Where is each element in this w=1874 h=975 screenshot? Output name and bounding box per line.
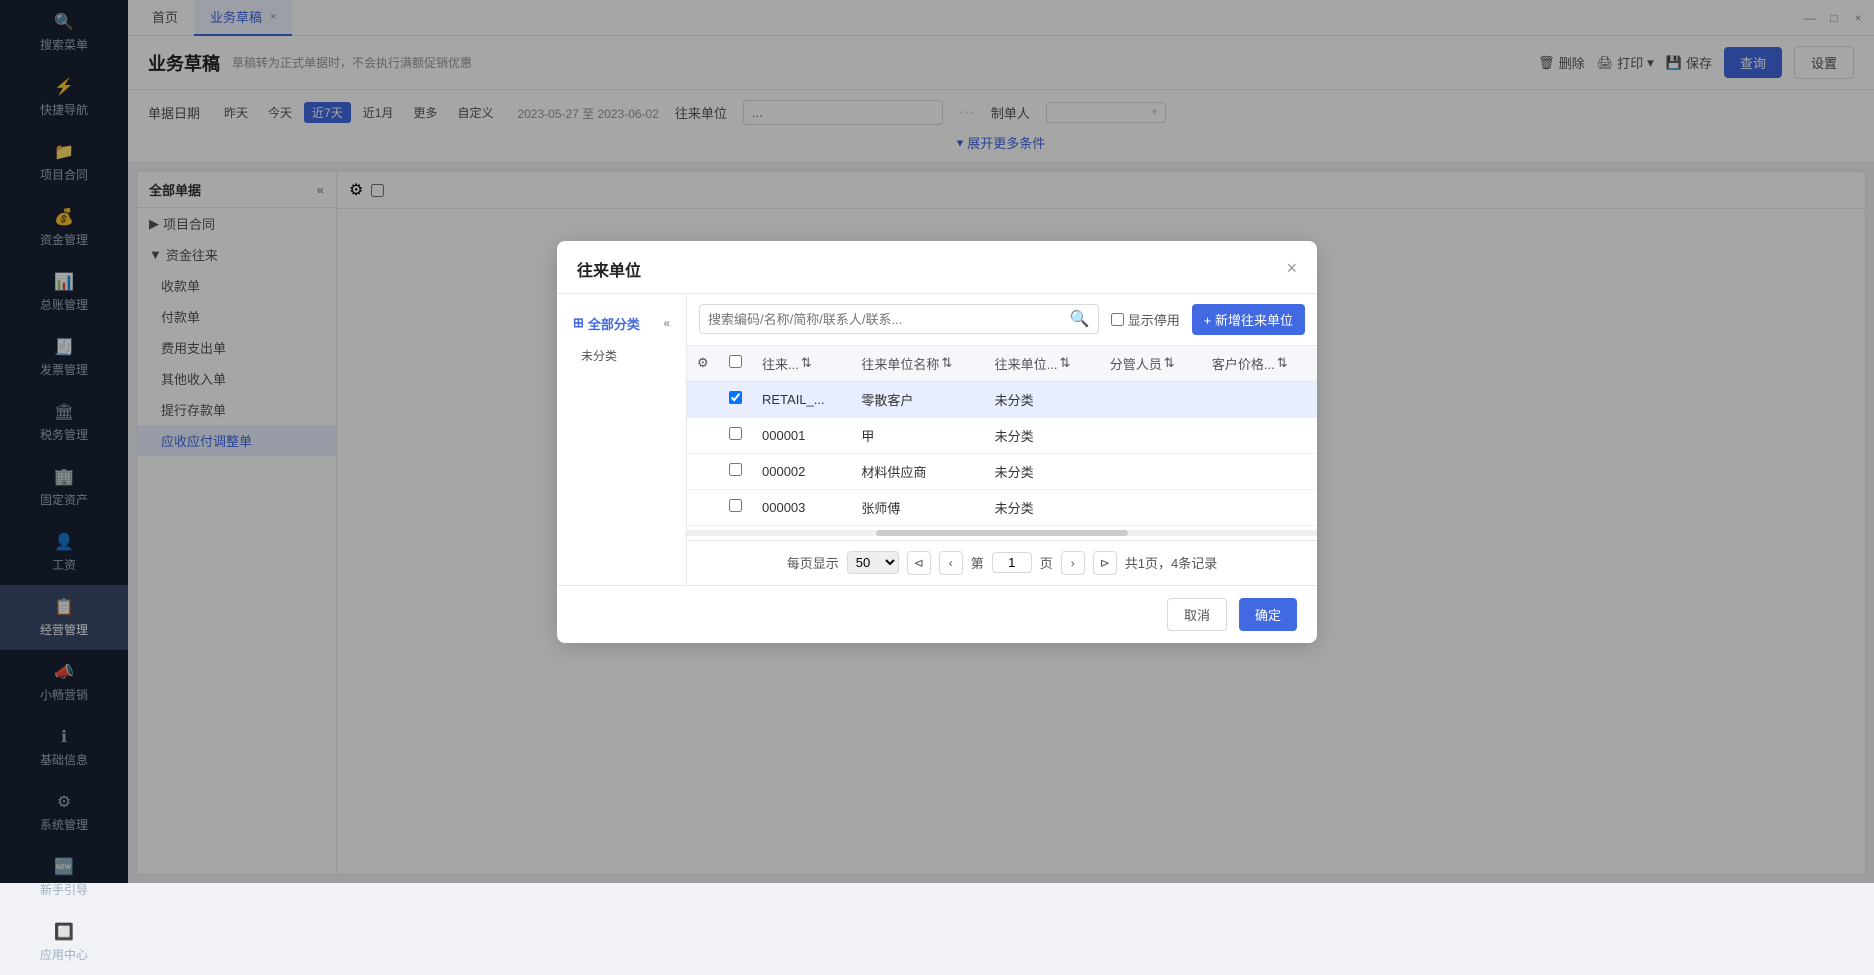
dialog-pagination: 每页显示 50 100 ⊲ ‹ 第 页 › ⊳ 共1页，4条记录 bbox=[687, 540, 1317, 585]
row-settings bbox=[687, 453, 719, 489]
add-partner-button[interactable]: + 新增往来单位 bbox=[1192, 304, 1305, 335]
row-manager bbox=[1100, 453, 1202, 489]
row-category: 未分类 bbox=[985, 453, 1100, 489]
sort-icon: ⇅ bbox=[941, 355, 952, 371]
sidebar-item-app-center[interactable]: 🔲 应用中心 bbox=[0, 910, 128, 975]
row-category: 未分类 bbox=[985, 417, 1100, 453]
th-category[interactable]: 往来单位...⇅ bbox=[985, 346, 1100, 382]
dialog-body: ⊞ 全部分类 « 未分类 🔍 显示停用 bbox=[557, 294, 1317, 585]
th-name[interactable]: 往来单位名称⇅ bbox=[851, 346, 984, 382]
partner-dialog: 往来单位 × ⊞ 全部分类 « 未分类 bbox=[557, 241, 1317, 643]
dialog-nav-unclassified[interactable]: 未分类 bbox=[557, 341, 686, 370]
row-checkbox[interactable] bbox=[729, 427, 742, 440]
sidebar-item-label: 应用中心 bbox=[40, 946, 88, 963]
row-price bbox=[1202, 417, 1317, 453]
row-code: RETAIL_... bbox=[752, 381, 851, 417]
row-name: 材料供应商 bbox=[851, 453, 984, 489]
th-settings-icon[interactable]: ⚙ bbox=[697, 355, 709, 370]
table-row[interactable]: RETAIL_... 零散客户 未分类 bbox=[687, 381, 1317, 417]
first-page-button[interactable]: ⊲ bbox=[907, 551, 931, 575]
row-code: 000003 bbox=[752, 489, 851, 525]
per-page-select[interactable]: 50 100 bbox=[847, 551, 899, 574]
table-row[interactable]: 000002 材料供应商 未分类 bbox=[687, 453, 1317, 489]
table-row[interactable]: 000003 张师傅 未分类 bbox=[687, 489, 1317, 525]
row-code: 000002 bbox=[752, 453, 851, 489]
row-name: 零散客户 bbox=[851, 381, 984, 417]
row-manager bbox=[1100, 417, 1202, 453]
th-manager[interactable]: 分管人员⇅ bbox=[1100, 346, 1202, 382]
th-code[interactable]: 往来...⇅ bbox=[752, 346, 851, 382]
table-select-all[interactable] bbox=[729, 355, 742, 368]
row-code: 000001 bbox=[752, 417, 851, 453]
row-category: 未分类 bbox=[985, 381, 1100, 417]
last-page-button[interactable]: ⊳ bbox=[1093, 551, 1117, 575]
next-page-button[interactable]: › bbox=[1061, 551, 1085, 575]
sort-icon: ⇅ bbox=[1060, 355, 1071, 371]
row-checkbox[interactable] bbox=[729, 391, 742, 404]
sidebar-item-label: 新手引导 bbox=[40, 881, 88, 898]
row-settings bbox=[687, 417, 719, 453]
row-name: 张师傅 bbox=[851, 489, 984, 525]
row-settings bbox=[687, 381, 719, 417]
dialog-content: 🔍 显示停用 + 新增往来单位 ⚙ bbox=[687, 294, 1317, 585]
dialog-table: ⚙ 往来...⇅ 往来单位名称⇅ 往来单位...⇅ 分管人员⇅ 客户价格...⇅ bbox=[687, 346, 1317, 540]
total-records: 共1页，4条记录 bbox=[1125, 553, 1217, 572]
scrollbar-thumb[interactable] bbox=[876, 530, 1128, 536]
nav-collapse-icon[interactable]: « bbox=[663, 316, 670, 330]
row-settings bbox=[687, 489, 719, 525]
row-manager bbox=[1100, 381, 1202, 417]
grid-icon: ⊞ bbox=[573, 315, 584, 331]
search-input-wrap: 🔍 bbox=[699, 304, 1099, 334]
row-name: 甲 bbox=[851, 417, 984, 453]
dialog-search-bar: 🔍 显示停用 + 新增往来单位 bbox=[687, 294, 1317, 346]
horizontal-scrollbar[interactable] bbox=[687, 530, 1317, 536]
dialog-title: 往来单位 bbox=[577, 257, 641, 281]
row-checkbox[interactable] bbox=[729, 499, 742, 512]
table-row[interactable]: 000001 甲 未分类 bbox=[687, 417, 1317, 453]
row-price bbox=[1202, 453, 1317, 489]
dialog-header: 往来单位 × bbox=[557, 241, 1317, 294]
show-disabled-checkbox[interactable] bbox=[1111, 313, 1124, 326]
th-price[interactable]: 客户价格...⇅ bbox=[1202, 346, 1317, 382]
dialog-overlay[interactable]: 往来单位 × ⊞ 全部分类 « 未分类 bbox=[0, 0, 1874, 883]
page-number-input[interactable] bbox=[992, 552, 1032, 573]
dialog-nav-all[interactable]: ⊞ 全部分类 « bbox=[557, 306, 686, 341]
row-manager bbox=[1100, 489, 1202, 525]
show-disabled-label[interactable]: 显示停用 bbox=[1111, 310, 1180, 329]
dialog-footer: 取消 确定 bbox=[557, 585, 1317, 643]
dialog-close-button[interactable]: × bbox=[1286, 258, 1297, 279]
app-center-icon: 🔲 bbox=[54, 922, 74, 942]
dialog-nav: ⊞ 全部分类 « 未分类 bbox=[557, 294, 687, 585]
row-price bbox=[1202, 381, 1317, 417]
row-category: 未分类 bbox=[985, 489, 1100, 525]
sort-icon: ⇅ bbox=[801, 355, 812, 371]
confirm-button[interactable]: 确定 bbox=[1239, 598, 1297, 631]
sort-icon: ⇅ bbox=[1277, 355, 1288, 371]
search-icon: 🔍 bbox=[1070, 309, 1090, 329]
row-checkbox[interactable] bbox=[729, 463, 742, 476]
prev-page-button[interactable]: ‹ bbox=[939, 551, 963, 575]
cancel-button[interactable]: 取消 bbox=[1167, 598, 1227, 631]
partner-search-input[interactable] bbox=[708, 312, 1066, 327]
row-price bbox=[1202, 489, 1317, 525]
sort-icon: ⇅ bbox=[1164, 355, 1175, 371]
partner-table: ⚙ 往来...⇅ 往来单位名称⇅ 往来单位...⇅ 分管人员⇅ 客户价格...⇅ bbox=[687, 346, 1317, 526]
